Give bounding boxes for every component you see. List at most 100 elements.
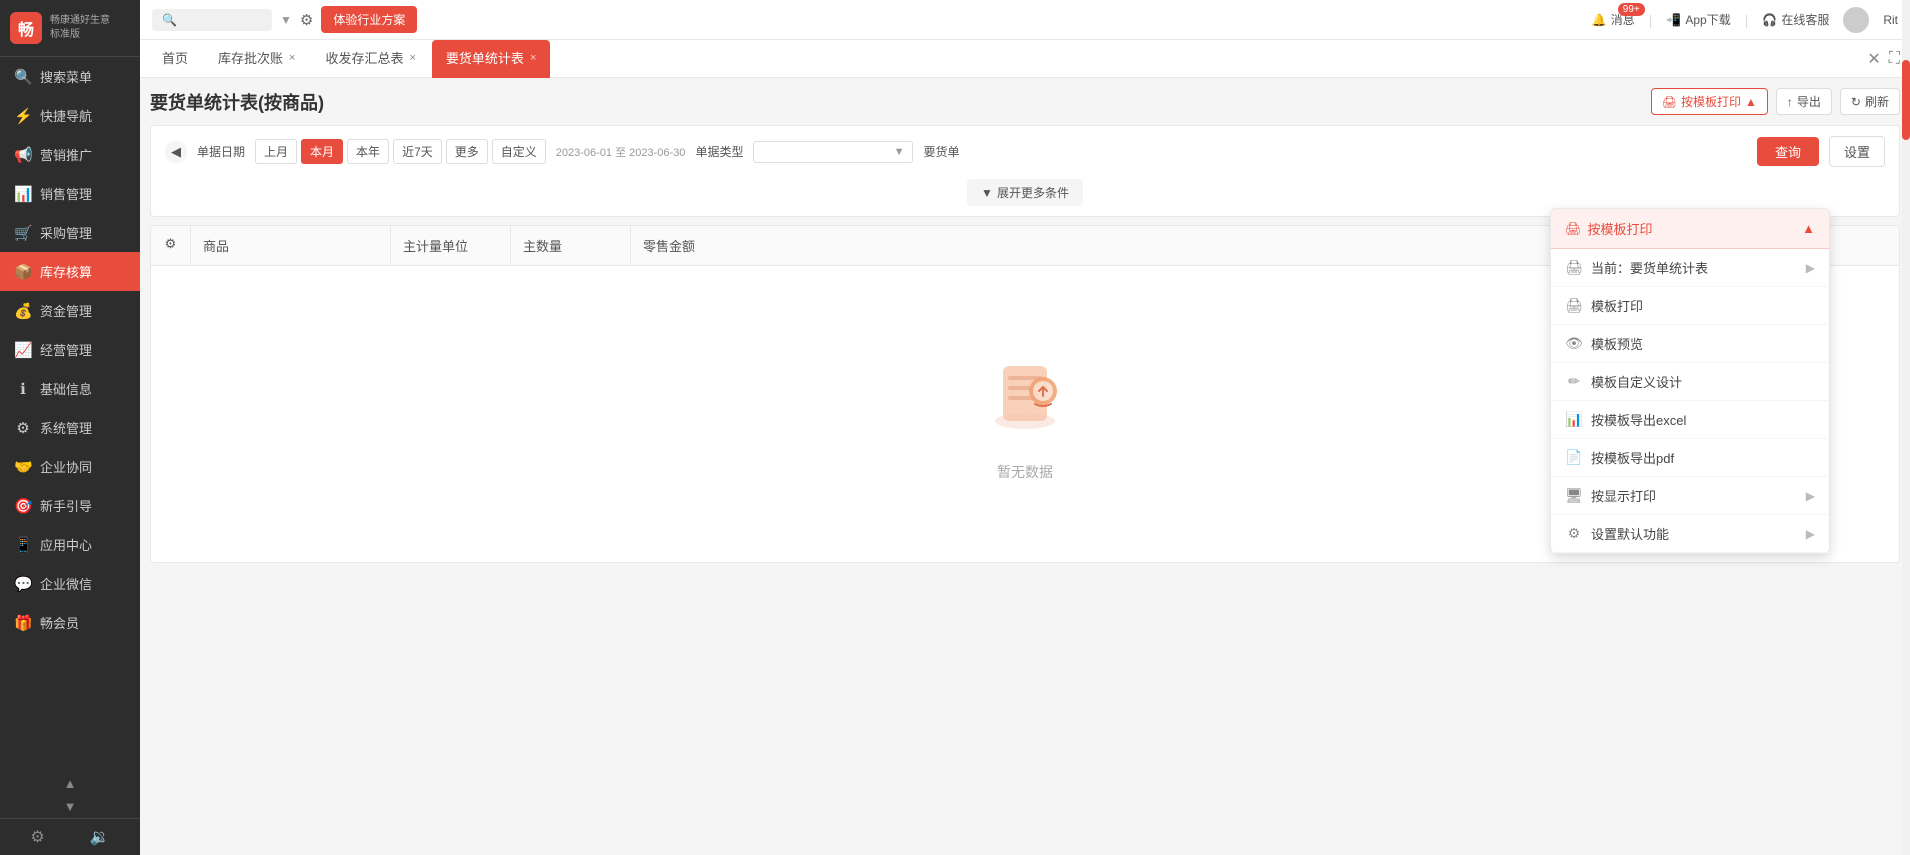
- tabbar-expand-icon[interactable]: ⛶: [1889, 50, 1900, 68]
- topbar-search-box[interactable]: 🔍: [152, 9, 272, 31]
- date-btn-last-month[interactable]: 上月: [255, 139, 297, 164]
- dropdown-template-preview-item[interactable]: 👁 模板预览: [1551, 325, 1829, 363]
- sidebar-item-label: 快捷导航: [40, 106, 92, 125]
- template-print-button[interactable]: 🖨 按模板打印 ▲: [1651, 88, 1768, 115]
- printer-icon: 🖨: [1662, 95, 1677, 109]
- sidebar-item-search[interactable]: 🔍 搜索菜单: [0, 57, 140, 96]
- dropdown-display-print-label: 按显示打印: [1591, 486, 1656, 505]
- dropdown-export-excel-item[interactable]: 📊 按模板导出excel: [1551, 401, 1829, 439]
- page-scrollbar[interactable]: [1902, 0, 1910, 855]
- settings-icon[interactable]: ⚙: [30, 827, 44, 847]
- sidebar-item-basic-info[interactable]: ℹ 基础信息: [0, 369, 140, 408]
- tab-inventory-batch[interactable]: 库存批次账 ×: [204, 40, 309, 78]
- topbar-chevron-icon[interactable]: ▼: [280, 13, 292, 27]
- sidebar-item-operations[interactable]: 📈 经营管理: [0, 330, 140, 369]
- tab-inventory-batch-close[interactable]: ×: [289, 52, 295, 64]
- query-button[interactable]: 查询: [1757, 137, 1819, 166]
- box-icon: 📦: [14, 263, 32, 281]
- tabbar-close-icon[interactable]: ✕: [1867, 49, 1880, 69]
- trial-industry-button[interactable]: 体验行业方案: [321, 6, 417, 33]
- date-btn-7days[interactable]: 近7天: [393, 139, 442, 164]
- th-product: 商品: [191, 226, 391, 265]
- sidebar-item-collab[interactable]: 🤝 企业协同: [0, 447, 140, 486]
- online-service-item[interactable]: 🎧 在线客服: [1762, 11, 1829, 28]
- dropdown-template-design-item[interactable]: ✏ 模板自定义设计: [1551, 363, 1829, 401]
- dropdown-design-label: 模板自定义设计: [1591, 372, 1682, 391]
- chart-icon: 📊: [14, 185, 32, 203]
- refresh-button[interactable]: ↻ 刷新: [1840, 88, 1900, 115]
- date-range-buttons: 上月 本月 本年 近7天 更多 自定义: [255, 139, 546, 164]
- tab-home[interactable]: 首页: [148, 40, 202, 78]
- dropdown-default-func-item[interactable]: ⚙ 设置默认功能 ▶: [1551, 515, 1829, 553]
- sidebar-item-quicknav[interactable]: ⚡ 快捷导航: [0, 96, 140, 135]
- settings-button[interactable]: 设置: [1829, 136, 1885, 167]
- sidebar-scroll-up[interactable]: ▲: [0, 772, 140, 795]
- chevron-up-dropdown-icon[interactable]: ▲: [1802, 221, 1815, 236]
- display-icon: 🖥: [1565, 487, 1583, 504]
- design-icon: ✏: [1565, 373, 1583, 390]
- dropdown-header-right: ▲: [1802, 221, 1815, 236]
- expand-filter-button[interactable]: ▼ 展开更多条件: [967, 179, 1083, 206]
- goods-filter-label: 要货单: [923, 143, 959, 160]
- sidebar-item-member[interactable]: 🎁 畅会员: [0, 603, 140, 642]
- sidebar-item-finance[interactable]: 💰 资金管理: [0, 291, 140, 330]
- tab-home-label: 首页: [162, 48, 188, 67]
- sidebar-logo[interactable]: 畅 畅康通好生意 标准版: [0, 0, 140, 57]
- user-avatar[interactable]: [1843, 7, 1869, 33]
- message-badge: 99+: [1618, 3, 1645, 16]
- filter-collapse-button[interactable]: ◀: [165, 141, 187, 163]
- tab-order-stats[interactable]: 要货单统计表 ×: [432, 40, 550, 78]
- sidebar-item-wechat[interactable]: 💬 企业微信: [0, 564, 140, 603]
- sidebar-item-system[interactable]: ⚙ 系统管理: [0, 408, 140, 447]
- date-btn-custom[interactable]: 自定义: [492, 139, 546, 164]
- sidebar-bottom: ⚙ 🔉: [0, 818, 140, 855]
- tab-order-stats-close[interactable]: ×: [530, 52, 536, 64]
- dropdown-excel-label: 按模板导出excel: [1591, 410, 1686, 429]
- export-button[interactable]: ↑ 导出: [1776, 88, 1832, 115]
- dropdown-current-item[interactable]: 🖨 当前：要货单统计表 ▶: [1551, 249, 1829, 287]
- template-print-item-icon: 🖨: [1565, 297, 1583, 314]
- filter-bar: ◀ 单据日期 上月 本月 本年 近7天 更多 自定义 2023-06-01 至 …: [150, 125, 1900, 217]
- app-download-item[interactable]: 📲 App下载: [1666, 11, 1730, 28]
- sidebar-item-label: 新手引导: [40, 496, 92, 515]
- tab-receipt-summary-close[interactable]: ×: [409, 52, 415, 64]
- empty-text: 暂无数据: [997, 462, 1053, 482]
- dropdown-template-print-item[interactable]: 🖨 模板打印: [1551, 287, 1829, 325]
- headset-icon: 🎧: [1762, 13, 1777, 27]
- sidebar-item-marketing[interactable]: 📢 营销推广: [0, 135, 140, 174]
- date-btn-this-year[interactable]: 本年: [347, 139, 389, 164]
- date-filter-label: 单据日期: [197, 143, 245, 160]
- speaker-icon[interactable]: 🔉: [90, 827, 110, 847]
- doctype-select[interactable]: ▼: [753, 141, 913, 163]
- dropdown-export-pdf-item[interactable]: 📄 按模板导出pdf: [1551, 439, 1829, 477]
- sidebar-item-appcenter[interactable]: 📱 应用中心: [0, 525, 140, 564]
- settings-gear-icon[interactable]: ⚙: [165, 236, 177, 251]
- sidebar-item-inventory[interactable]: 📦 库存核算: [0, 252, 140, 291]
- message-item[interactable]: 🔔 消息 99+: [1592, 11, 1635, 28]
- dropdown-title: 按模板打印: [1588, 219, 1653, 238]
- doctype-chevron-icon: ▼: [894, 146, 905, 158]
- topbar-sep2: |: [1745, 12, 1749, 28]
- default-func-left: ⚙ 设置默认功能: [1565, 524, 1669, 543]
- topbar-gear-icon[interactable]: ⚙: [300, 11, 313, 29]
- gift-icon: 🎁: [14, 614, 32, 632]
- page-actions: 🖨 按模板打印 ▲ ↑ 导出 ↻ 刷新: [1651, 88, 1900, 115]
- empty-icon: [975, 346, 1075, 446]
- sidebar-scroll-down[interactable]: ▼: [0, 795, 140, 818]
- cart-icon: 🛒: [14, 224, 32, 242]
- date-btn-more[interactable]: 更多: [446, 139, 488, 164]
- sidebar: 畅 畅康通好生意 标准版 🔍 搜索菜单 ⚡ 快捷导航 📢 营销推广 📊 销售管理…: [0, 0, 140, 855]
- chevron-up-icon: ▲: [1745, 95, 1757, 109]
- excel-icon: 📊: [1565, 411, 1583, 428]
- expand-icon: ▼: [981, 186, 993, 200]
- dropdown-display-print-item[interactable]: 🖥 按显示打印 ▶: [1551, 477, 1829, 515]
- date-btn-this-month[interactable]: 本月: [301, 139, 343, 164]
- sidebar-item-sales[interactable]: 📊 销售管理: [0, 174, 140, 213]
- phone-icon: 📱: [14, 536, 32, 554]
- dropdown-pdf-label: 按模板导出pdf: [1591, 448, 1674, 467]
- display-print-left: 🖥 按显示打印: [1565, 486, 1656, 505]
- sidebar-item-purchase[interactable]: 🛒 采购管理: [0, 213, 140, 252]
- sidebar-item-guide[interactable]: 🎯 新手引导: [0, 486, 140, 525]
- tab-receipt-summary[interactable]: 收发存汇总表 ×: [311, 40, 429, 78]
- empty-illustration: [975, 346, 1075, 446]
